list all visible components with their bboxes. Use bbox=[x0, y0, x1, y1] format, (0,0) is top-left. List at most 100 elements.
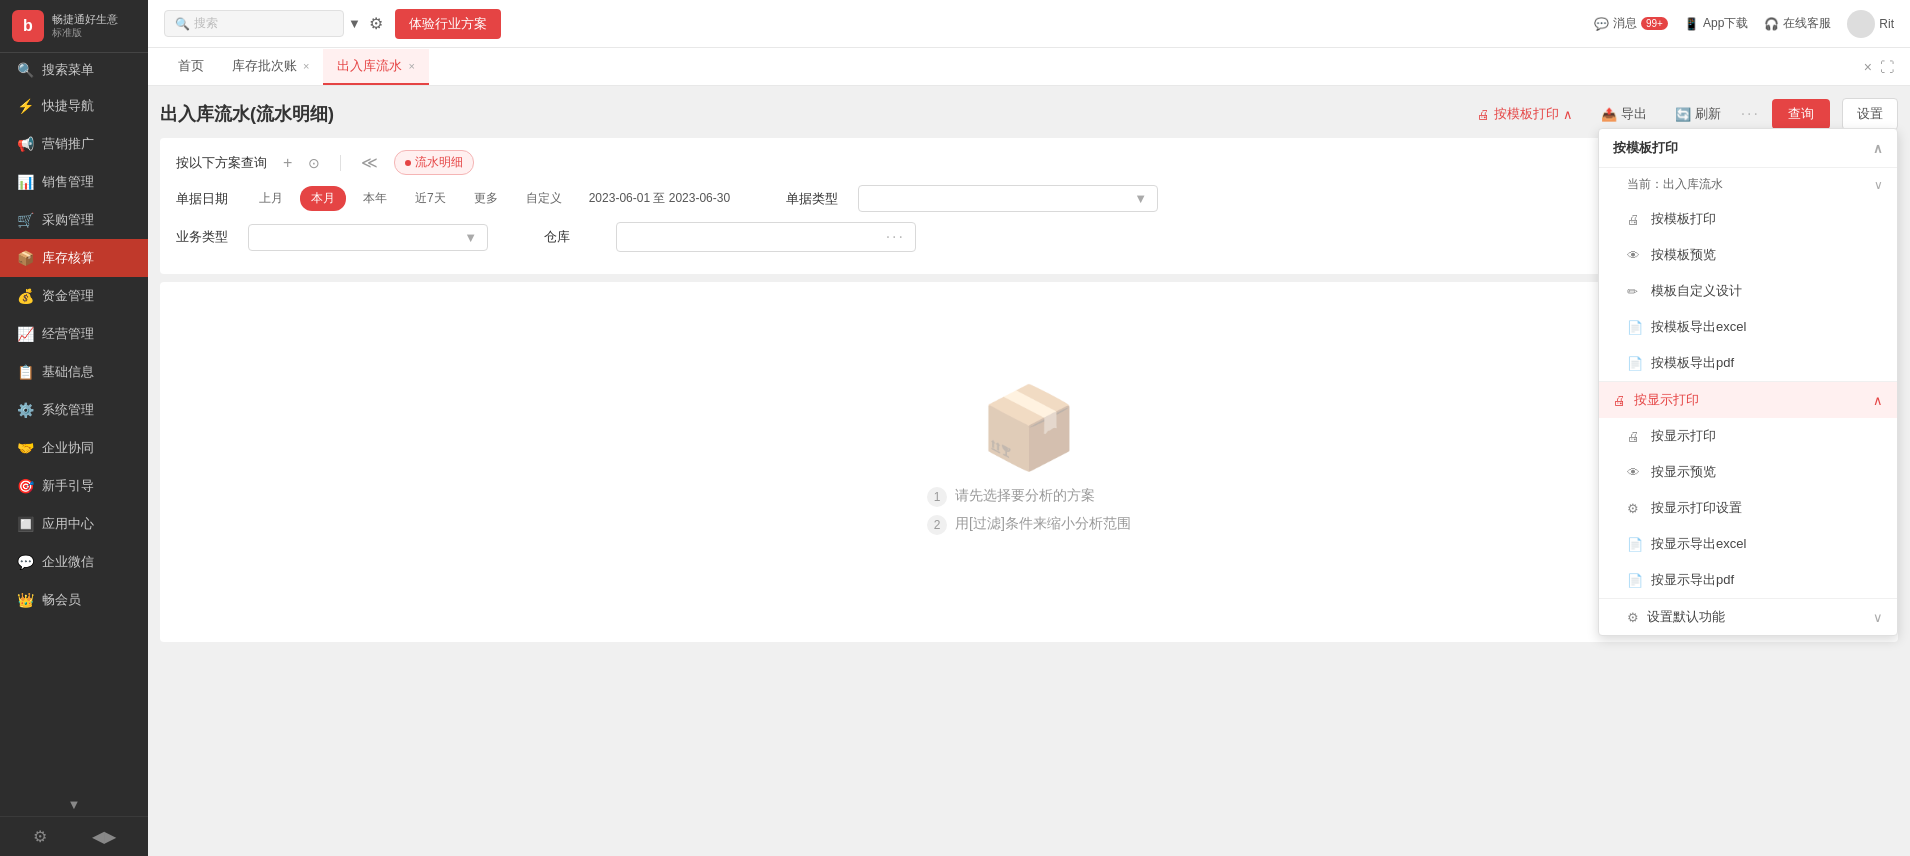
step-1-num: 1 bbox=[927, 487, 947, 507]
sidebar-item-label: 营销推广 bbox=[42, 135, 94, 153]
more-actions-icon[interactable]: ··· bbox=[1741, 105, 1760, 123]
dropdown-item-template-print[interactable]: 🖨 按模板打印 bbox=[1599, 201, 1897, 237]
sidebar-item-marketing[interactable]: 📢 营销推广 bbox=[0, 125, 148, 163]
settings-icon: ⚙ bbox=[1627, 501, 1643, 516]
sidebar-item-inventory[interactable]: 📦 库存核算 bbox=[0, 239, 148, 277]
app-download-btn[interactable]: 📱 App下载 bbox=[1684, 15, 1748, 32]
type-select[interactable]: ▼ bbox=[858, 185, 1158, 212]
topbar-search-text: 搜索 bbox=[194, 15, 218, 32]
dropdown-item-label: 按模板导出excel bbox=[1651, 318, 1746, 336]
topbar-dropdown-arrow[interactable]: ▼ bbox=[348, 16, 361, 31]
purchase-icon: 🛒 bbox=[16, 212, 34, 228]
message-icon: 💬 bbox=[1594, 17, 1609, 31]
apps-icon: 🔲 bbox=[16, 516, 34, 532]
topbar-gear-icon[interactable]: ⚙ bbox=[369, 14, 383, 33]
export-icon: 📤 bbox=[1601, 107, 1617, 122]
tab-flow[interactable]: 出入库流水 × bbox=[323, 49, 428, 85]
filter-section-label: 按以下方案查询 bbox=[176, 154, 267, 172]
date-tag-more[interactable]: 更多 bbox=[463, 186, 509, 211]
query-button[interactable]: 查询 bbox=[1772, 99, 1830, 129]
date-tag-custom[interactable]: 自定义 bbox=[515, 186, 573, 211]
sidebar-item-label: 畅会员 bbox=[42, 591, 81, 609]
user-avatar[interactable]: Rit bbox=[1847, 10, 1894, 38]
sidebar-scroll-down[interactable]: ▼ bbox=[0, 793, 148, 816]
date-tag-7days[interactable]: 近7天 bbox=[404, 186, 457, 211]
settings-icon[interactable]: ⚙ bbox=[33, 827, 47, 846]
sidebar-item-label: 销售管理 bbox=[42, 173, 94, 191]
filter-tag-active[interactable]: 流水明细 bbox=[394, 150, 474, 175]
dropdown-current-item: 当前：出入库流水 ∨ bbox=[1599, 168, 1897, 201]
filter-collapse-icon[interactable]: ≪ bbox=[361, 153, 378, 172]
user-name: Rit bbox=[1879, 17, 1894, 31]
sidebar-item-label: 经营管理 bbox=[42, 325, 94, 343]
dropdown-display-header[interactable]: 🖨 按显示打印 ∧ bbox=[1599, 382, 1897, 418]
business-select[interactable]: ▼ bbox=[248, 224, 488, 251]
dropdown-item-display-print[interactable]: 🖨 按显示打印 bbox=[1599, 418, 1897, 454]
tab-batch[interactable]: 库存批次账 × bbox=[218, 49, 323, 85]
sidebar-item-finance[interactable]: 💰 资金管理 bbox=[0, 277, 148, 315]
tabs-close-btn[interactable]: × bbox=[1864, 59, 1872, 75]
warehouse-select[interactable]: ··· bbox=[616, 222, 916, 252]
industry-btn[interactable]: 体验行业方案 bbox=[395, 9, 501, 39]
filter-divider bbox=[340, 155, 341, 171]
online-service-btn[interactable]: 🎧 在线客服 bbox=[1764, 15, 1831, 32]
filter-add-icon[interactable]: + bbox=[283, 154, 292, 172]
search-icon: 🔍 bbox=[16, 62, 34, 78]
dropdown-item-display-pdf[interactable]: 📄 按显示导出pdf bbox=[1599, 562, 1897, 598]
topbar-right: 💬 消息 99+ 📱 App下载 🎧 在线客服 Rit bbox=[1594, 10, 1894, 38]
filter-settings-icon[interactable]: ⊙ bbox=[308, 155, 320, 171]
date-range-text: 2023-06-01 至 2023-06-30 bbox=[589, 190, 730, 207]
app-name: 畅捷通好生意 bbox=[52, 12, 118, 26]
tab-batch-close[interactable]: × bbox=[303, 60, 309, 72]
dropdown-item-label: 按显示预览 bbox=[1651, 463, 1716, 481]
dropdown-item-display-settings[interactable]: ⚙ 按显示打印设置 bbox=[1599, 490, 1897, 526]
tab-flow-close[interactable]: × bbox=[408, 60, 414, 72]
dropdown-toggle-icon[interactable]: ∧ bbox=[1873, 141, 1883, 156]
sidebar-item-enterprise[interactable]: 🤝 企业协同 bbox=[0, 429, 148, 467]
date-tag-this-month[interactable]: 本月 bbox=[300, 186, 346, 211]
dropdown-item-template-pdf[interactable]: 📄 按模板导出pdf bbox=[1599, 345, 1897, 381]
sidebar-item-wechat[interactable]: 💬 企业微信 bbox=[0, 543, 148, 581]
export-btn[interactable]: 📤 导出 bbox=[1593, 101, 1655, 127]
print-template-label: 按模板打印 bbox=[1494, 105, 1559, 123]
warehouse-label: 仓库 bbox=[544, 228, 600, 246]
settings-button[interactable]: 设置 bbox=[1842, 98, 1898, 130]
tab-flow-label: 出入库流水 bbox=[337, 57, 402, 75]
sales-icon: 📊 bbox=[16, 174, 34, 190]
topbar-search-box[interactable]: 🔍 搜索 bbox=[164, 10, 344, 37]
dropdown-footer-item[interactable]: ⚙ 设置默认功能 ∨ bbox=[1599, 599, 1897, 635]
footer-arrow: ∨ bbox=[1873, 610, 1883, 625]
sidebar-item-apps[interactable]: 🔲 应用中心 bbox=[0, 505, 148, 543]
enterprise-icon: 🤝 bbox=[16, 440, 34, 456]
date-tag-prev-month[interactable]: 上月 bbox=[248, 186, 294, 211]
sidebar-item-operations[interactable]: 📈 经营管理 bbox=[0, 315, 148, 353]
refresh-btn[interactable]: 🔄 刷新 bbox=[1667, 101, 1729, 127]
date-tag-this-year[interactable]: 本年 bbox=[352, 186, 398, 211]
guide-icon: 🎯 bbox=[16, 478, 34, 494]
sidebar-item-basic[interactable]: 📋 基础信息 bbox=[0, 353, 148, 391]
sidebar-item-search[interactable]: 🔍 搜索菜单 bbox=[0, 53, 148, 87]
tabs-maximize-btn[interactable]: ⛶ bbox=[1880, 59, 1894, 75]
date-filter-tags: 上月 本月 本年 近7天 更多 自定义 bbox=[248, 186, 573, 211]
message-btn[interactable]: 💬 消息 99+ bbox=[1594, 15, 1668, 32]
print-dropdown-panel: 按模板打印 ∧ 当前：出入库流水 ∨ 🖨 按模板 bbox=[1598, 128, 1898, 636]
warehouse-more-icon[interactable]: ··· bbox=[886, 228, 905, 246]
print-template-btn[interactable]: 🖨 按模板打印 ∧ bbox=[1469, 101, 1581, 127]
sidebar-item-quicknav[interactable]: ⚡ 快捷导航 bbox=[0, 87, 148, 125]
search-icon: 🔍 bbox=[175, 17, 190, 31]
print-icon: 🖨 bbox=[1477, 107, 1490, 122]
dropdown-item-template-preview[interactable]: 👁 按模板预览 bbox=[1599, 237, 1897, 273]
sidebar-item-guide[interactable]: 🎯 新手引导 bbox=[0, 467, 148, 505]
collapse-sidebar-icon[interactable]: ◀▶ bbox=[92, 827, 116, 846]
wechat-icon: 💬 bbox=[16, 554, 34, 570]
sidebar-item-member[interactable]: 👑 畅会员 bbox=[0, 581, 148, 619]
dropdown-item-label: 按显示导出pdf bbox=[1651, 571, 1734, 589]
dropdown-item-template-custom[interactable]: ✏ 模板自定义设计 bbox=[1599, 273, 1897, 309]
dropdown-item-display-excel[interactable]: 📄 按显示导出excel bbox=[1599, 526, 1897, 562]
sidebar-item-purchase[interactable]: 🛒 采购管理 bbox=[0, 201, 148, 239]
dropdown-item-template-excel[interactable]: 📄 按模板导出excel bbox=[1599, 309, 1897, 345]
tab-home[interactable]: 首页 bbox=[164, 49, 218, 85]
sidebar-item-sales[interactable]: 📊 销售管理 bbox=[0, 163, 148, 201]
sidebar-item-system[interactable]: ⚙️ 系统管理 bbox=[0, 391, 148, 429]
dropdown-item-display-preview[interactable]: 👁 按显示预览 bbox=[1599, 454, 1897, 490]
